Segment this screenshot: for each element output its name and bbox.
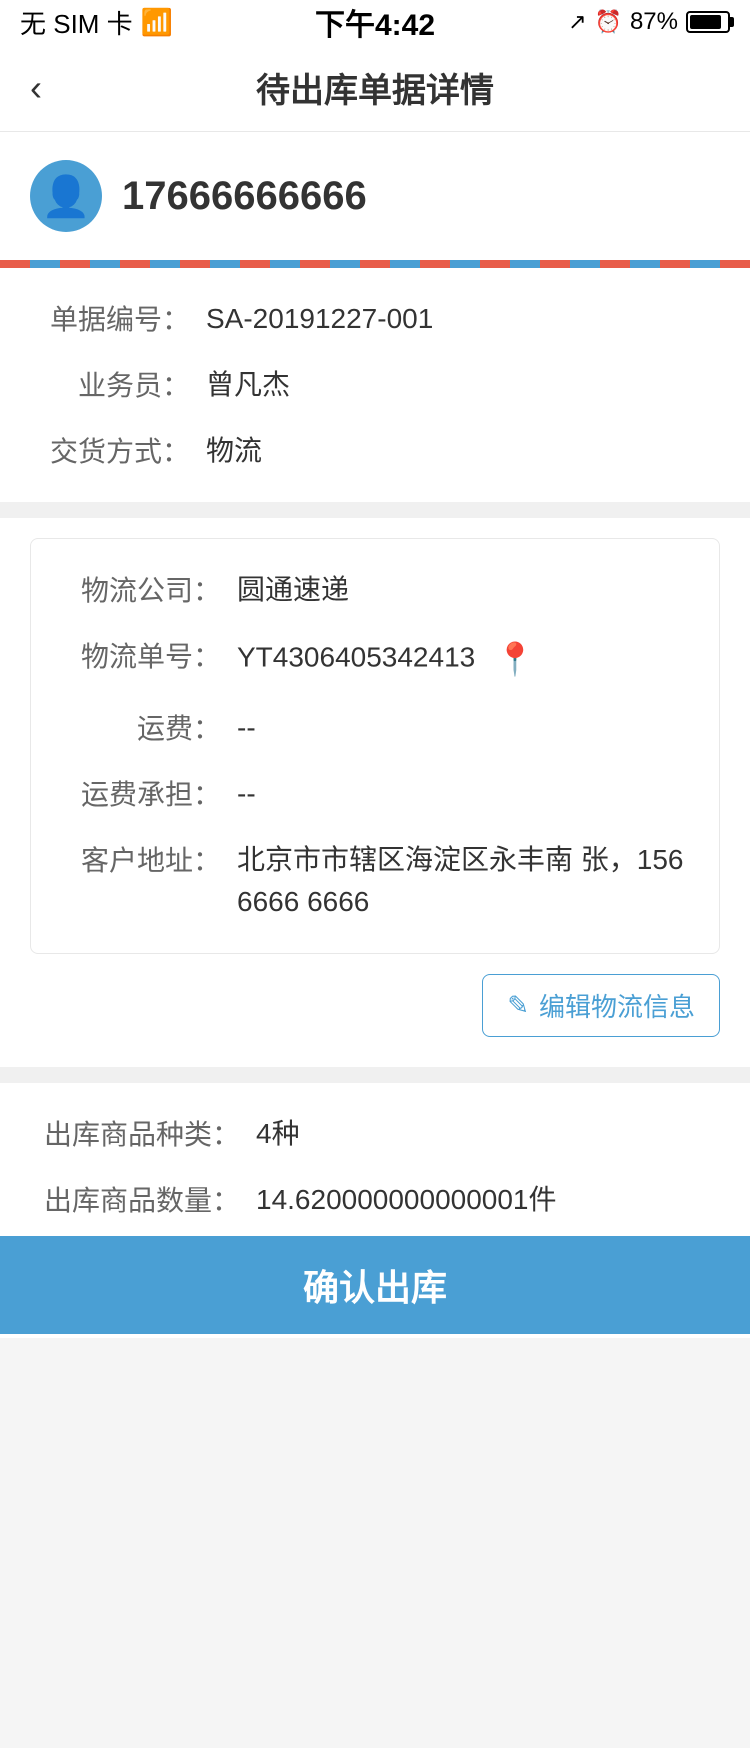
goods-types-row: 出库商品种类： 4种 bbox=[30, 1113, 720, 1155]
avatar: 👤 bbox=[30, 160, 102, 232]
status-right: ↗ ⏰ 87% bbox=[568, 8, 730, 36]
page-title: 待出库单据详情 bbox=[256, 63, 494, 112]
separator-1 bbox=[0, 502, 750, 518]
doc-no-value: SA-20191227-001 bbox=[206, 298, 720, 340]
delivery-row: 交货方式： 物流 bbox=[30, 430, 720, 472]
carrier-text: 无 SIM 卡 bbox=[20, 4, 133, 41]
battery-text: 87% bbox=[630, 8, 678, 36]
empty-space bbox=[0, 1338, 750, 1638]
delivery-label: 交货方式： bbox=[30, 430, 190, 470]
confirm-button-label: 确认出库 bbox=[303, 1259, 447, 1311]
goods-types-label: 出库商品种类： bbox=[30, 1113, 240, 1153]
address-label: 客户地址： bbox=[61, 839, 221, 879]
edit-logistics-label: 编辑物流信息 bbox=[539, 987, 695, 1024]
tracking-label: 物流单号： bbox=[61, 635, 221, 675]
basic-info-section: 单据编号： SA-20191227-001 业务员： 曾凡杰 交货方式： 物流 bbox=[0, 268, 750, 502]
customer-phone: 17666666666 bbox=[122, 174, 367, 219]
doc-no-label: 单据编号： bbox=[30, 298, 190, 338]
freight-label: 运费： bbox=[61, 707, 221, 747]
status-left: 无 SIM 卡 📶 bbox=[20, 4, 173, 41]
location-pin-icon[interactable]: 📍 bbox=[495, 641, 535, 677]
tracking-value: YT4306405342413 📍 bbox=[237, 635, 689, 683]
salesman-row: 业务员： 曾凡杰 bbox=[30, 364, 720, 406]
edit-logistics-button[interactable]: ✎ 编辑物流信息 bbox=[482, 974, 720, 1037]
goods-types-value: 4种 bbox=[256, 1113, 720, 1155]
goods-quantity-value: 14.620000000000001件 bbox=[256, 1179, 720, 1221]
delivery-value: 物流 bbox=[206, 430, 720, 472]
logistics-company-label: 物流公司： bbox=[61, 569, 221, 609]
doc-no-row: 单据编号： SA-20191227-001 bbox=[30, 298, 720, 340]
content-area: 👤 17666666666 单据编号： SA-20191227-001 业务员：… bbox=[0, 132, 750, 1748]
logistics-company-value: 圆通速递 bbox=[237, 569, 689, 611]
salesman-label: 业务员： bbox=[30, 364, 190, 404]
freight-row: 运费： -- bbox=[61, 707, 689, 749]
tracking-row: 物流单号： YT4306405342413 📍 bbox=[61, 635, 689, 683]
alarm-icon: ⏰ bbox=[595, 9, 622, 35]
address-row: 客户地址： 北京市市辖区海淀区永丰南 张，156 6666 6666 bbox=[61, 839, 689, 923]
logistics-company-row: 物流公司： 圆通速递 bbox=[61, 569, 689, 611]
freight-bearer-value: -- bbox=[237, 773, 689, 815]
stripe-divider bbox=[0, 260, 750, 268]
customer-header: 👤 17666666666 bbox=[0, 132, 750, 260]
location-icon: ↗ bbox=[568, 9, 586, 35]
battery-fill bbox=[690, 15, 721, 29]
edit-icon: ✎ bbox=[507, 990, 529, 1021]
freight-bearer-label: 运费承担： bbox=[61, 773, 221, 813]
status-time: 下午4:42 bbox=[315, 0, 435, 44]
edit-logistics-btn-container: ✎ 编辑物流信息 bbox=[30, 974, 720, 1037]
freight-bearer-row: 运费承担： -- bbox=[61, 773, 689, 815]
goods-quantity-row: 出库商品数量： 14.620000000000001件 bbox=[30, 1179, 720, 1221]
goods-quantity-label: 出库商品数量： bbox=[30, 1179, 240, 1219]
salesman-value: 曾凡杰 bbox=[206, 364, 720, 406]
confirm-button[interactable]: 确认出库 bbox=[0, 1236, 750, 1334]
separator-2 bbox=[0, 1067, 750, 1083]
battery-icon bbox=[686, 11, 730, 33]
address-value: 北京市市辖区海淀区永丰南 张，156 6666 6666 bbox=[237, 839, 689, 923]
status-bar: 无 SIM 卡 📶 下午4:42 ↗ ⏰ 87% bbox=[0, 0, 750, 44]
nav-bar: ‹ 待出库单据详情 bbox=[0, 44, 750, 132]
logistics-section: 物流公司： 圆通速递 物流单号： YT4306405342413 📍 运费： -… bbox=[0, 518, 750, 1067]
user-icon: 👤 bbox=[41, 173, 91, 220]
freight-value: -- bbox=[237, 707, 689, 749]
back-button[interactable]: ‹ bbox=[30, 67, 42, 109]
wifi-icon: 📶 bbox=[141, 7, 173, 38]
